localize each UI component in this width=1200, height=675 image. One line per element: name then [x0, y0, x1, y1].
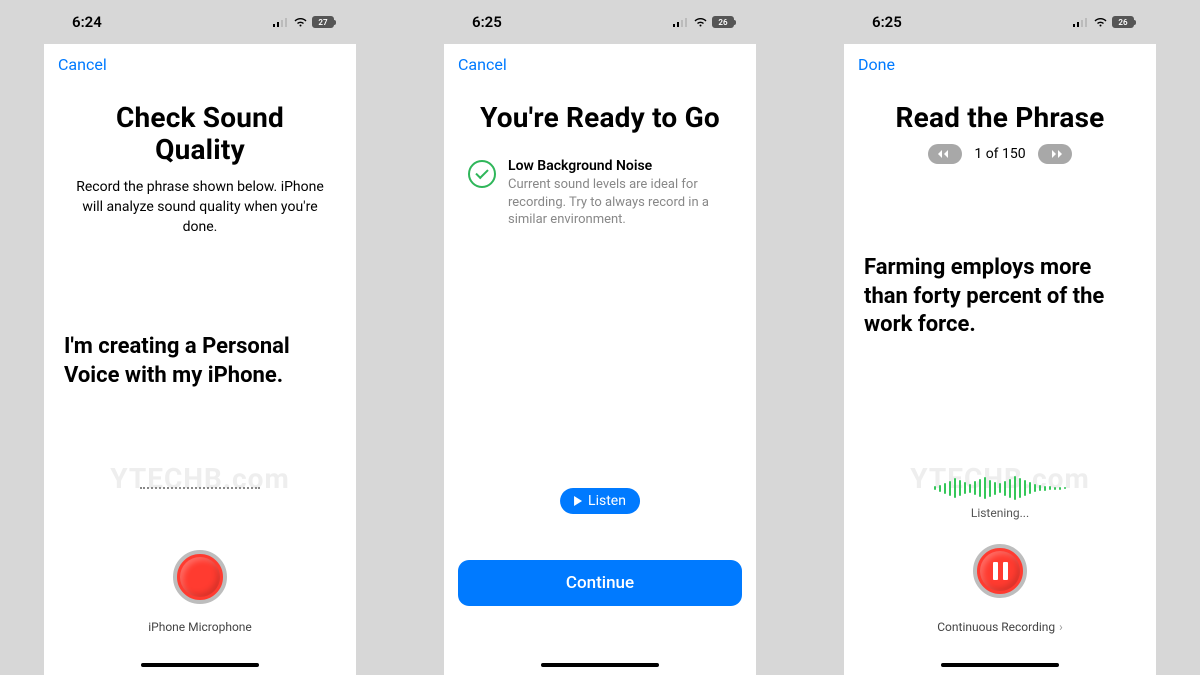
page-title: Check Sound Quality: [78, 102, 322, 166]
page-title: Read the Phrase: [870, 102, 1130, 134]
status-time: 6:24: [72, 13, 102, 31]
record-icon: [180, 557, 220, 597]
page-subtitle: Record the phrase shown below. iPhone wi…: [68, 178, 332, 237]
microphone-label[interactable]: iPhone Microphone: [44, 620, 356, 634]
screen-check-sound: 6:24 27 Cancel Check Sound Quality Recor…: [44, 0, 356, 675]
chevron-right-icon: ›: [1059, 620, 1063, 634]
done-button[interactable]: Done: [858, 55, 895, 74]
waveform-placeholder: [140, 487, 260, 489]
prev-phrase-button[interactable]: [928, 144, 962, 164]
pause-button[interactable]: [973, 544, 1027, 598]
continue-button[interactable]: Continue: [458, 560, 742, 606]
record-button[interactable]: [173, 550, 227, 604]
status-indicators: 26: [673, 16, 734, 28]
next-phrase-button[interactable]: [1038, 144, 1072, 164]
home-indicator[interactable]: [541, 663, 659, 667]
screen-ready: 6:25 26 Cancel You're Ready to Go Low Ba…: [444, 0, 756, 675]
cellular-icon: [1073, 17, 1089, 27]
wifi-icon: [293, 17, 308, 28]
cancel-button[interactable]: Cancel: [58, 55, 107, 74]
cellular-icon: [273, 17, 289, 27]
status-time: 6:25: [472, 13, 502, 31]
nav-bar: Cancel: [44, 44, 356, 84]
screen-read-phrase: 6:25 26 Done Read the Phrase 1 of 150 Fa…: [844, 0, 1156, 675]
battery-icon: 27: [312, 16, 334, 28]
cancel-button[interactable]: Cancel: [458, 55, 507, 74]
noise-title: Low Background Noise: [508, 158, 732, 174]
nav-bar: Done: [844, 44, 1156, 84]
status-indicators: 26: [1073, 16, 1134, 28]
cellular-icon: [673, 17, 689, 27]
battery-icon: 26: [1112, 16, 1134, 28]
continuous-recording-button[interactable]: Continuous Recording ›: [844, 620, 1156, 634]
checkmark-icon: [468, 160, 496, 188]
status-bar: 6:25 26: [844, 0, 1156, 44]
listen-label: Listen: [588, 493, 626, 509]
wifi-icon: [1093, 17, 1108, 28]
phrase-text: I'm creating a Personal Voice with my iP…: [64, 333, 336, 390]
phrase-pager: 1 of 150: [860, 144, 1140, 164]
status-time: 6:25: [872, 13, 902, 31]
battery-icon: 26: [712, 16, 734, 28]
listen-button[interactable]: Listen: [560, 488, 640, 514]
noise-status: Low Background Noise Current sound level…: [468, 158, 732, 229]
home-indicator[interactable]: [141, 663, 259, 667]
page-title: You're Ready to Go: [478, 102, 722, 134]
noise-description: Current sound levels are ideal for recor…: [508, 176, 732, 229]
watermark: YTECHB.com: [44, 462, 356, 495]
wifi-icon: [693, 17, 708, 28]
phrase-text: Farming employs more than forty percent …: [864, 254, 1136, 340]
pager-label: 1 of 150: [974, 146, 1025, 162]
nav-bar: Cancel: [444, 44, 756, 84]
listening-label: Listening...: [844, 506, 1156, 520]
home-indicator[interactable]: [941, 663, 1059, 667]
play-icon: [574, 496, 582, 506]
waveform: [934, 476, 1066, 500]
pause-icon: [980, 551, 1020, 591]
status-bar: 6:25 26: [444, 0, 756, 44]
status-indicators: 27: [273, 16, 334, 28]
status-bar: 6:24 27: [44, 0, 356, 44]
